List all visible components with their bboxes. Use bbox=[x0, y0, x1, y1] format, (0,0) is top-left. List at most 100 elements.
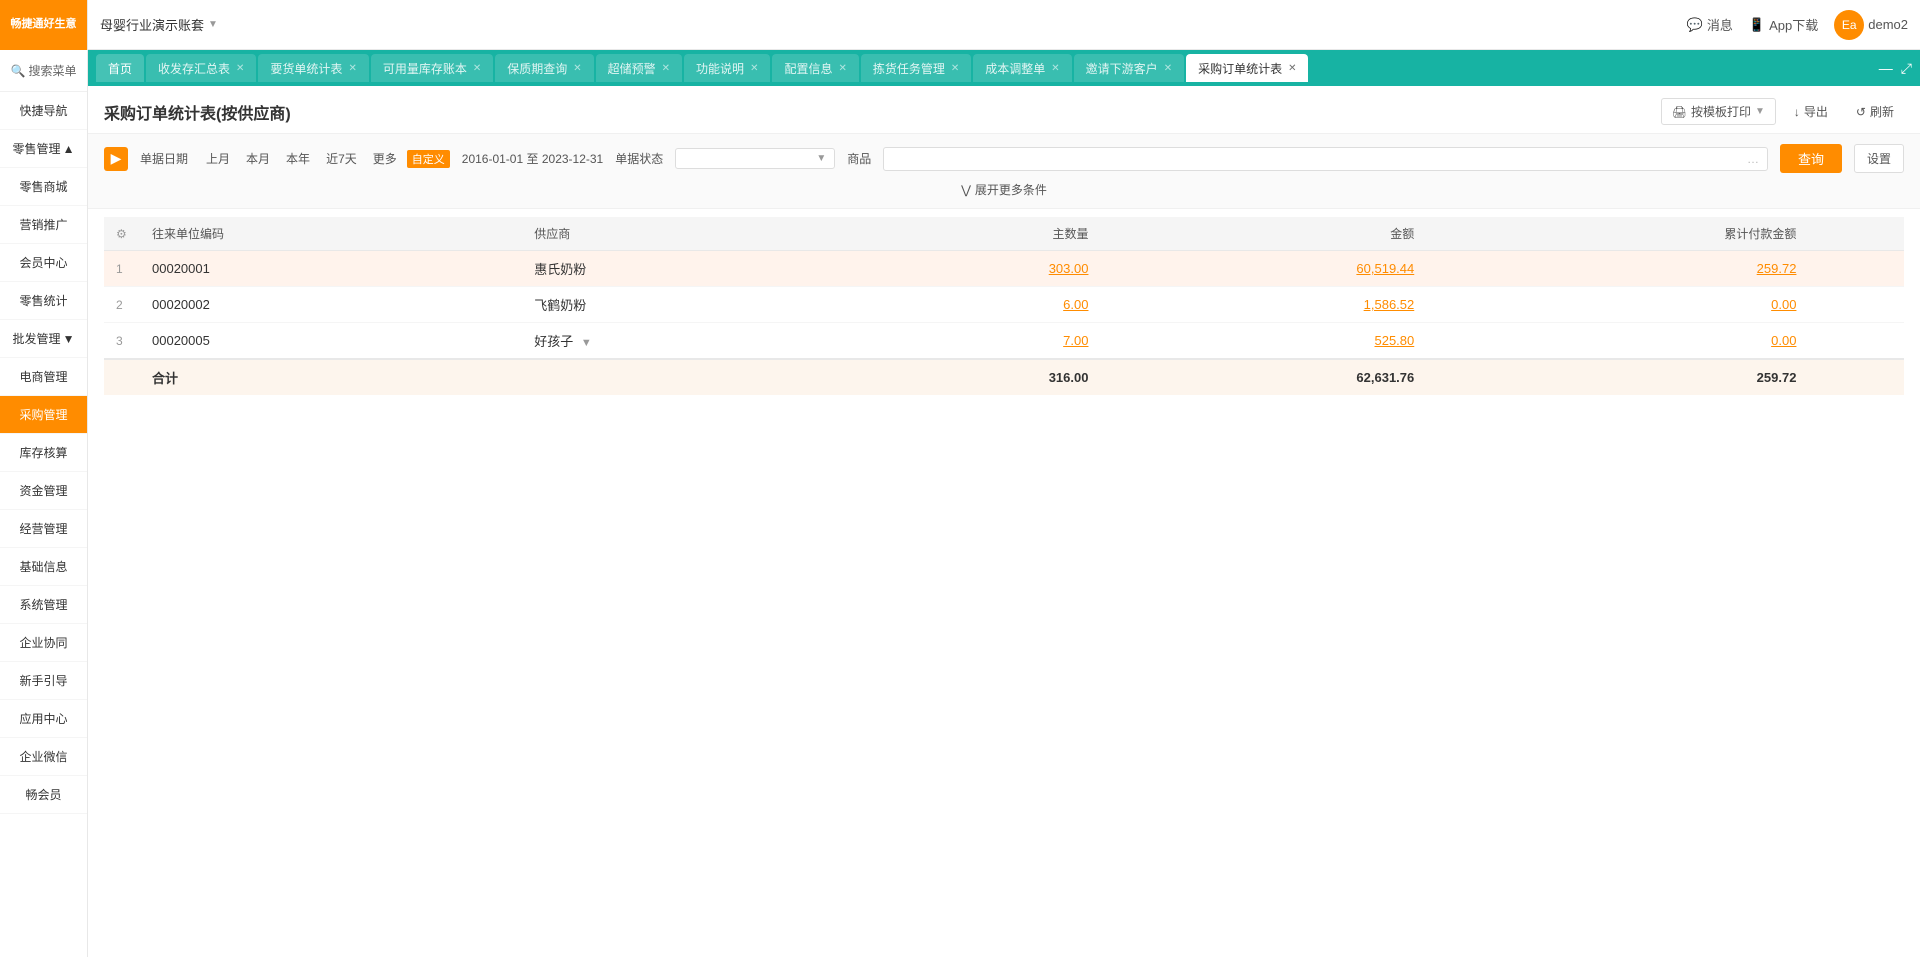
row-qty[interactable]: 6.00 bbox=[847, 287, 1101, 323]
sidebar-item-wholesale[interactable]: 批发管理 ▼ bbox=[0, 320, 87, 358]
shortcut-7days[interactable]: 近7天 bbox=[320, 148, 363, 169]
goods-filter-label: 商品 bbox=[847, 150, 871, 167]
goods-input[interactable]: … bbox=[883, 147, 1768, 171]
export-button[interactable]: ↓ 导出 bbox=[1784, 99, 1838, 124]
row-paid[interactable]: 0.00 bbox=[1426, 287, 1808, 323]
tab-overstock-close[interactable]: ✕ bbox=[662, 63, 670, 74]
row-qty[interactable]: 7.00 bbox=[847, 323, 1101, 360]
tab-invitecustomer[interactable]: 邀请下游客户 ✕ bbox=[1074, 54, 1184, 82]
tab-costadj-close[interactable]: ✕ bbox=[1051, 63, 1059, 74]
sidebar-item-vip[interactable]: 畅会员 bbox=[0, 776, 87, 814]
sidebar-item-ecommerce[interactable]: 电商管理 bbox=[0, 358, 87, 396]
expand-more-button[interactable]: ⋁ 展开更多条件 bbox=[961, 181, 1047, 198]
sidebar-item-inventory[interactable]: 库存核算 bbox=[0, 434, 87, 472]
print-dropdown-icon: ▼ bbox=[1755, 106, 1765, 117]
tab-minimize-icon[interactable]: — bbox=[1879, 60, 1893, 76]
tab-warranty-close[interactable]: ✕ bbox=[573, 63, 581, 74]
shortcut-this-year[interactable]: 本年 bbox=[280, 148, 316, 169]
date-to: 2023-12-31 bbox=[542, 152, 603, 166]
tabbar-actions: — ⤢ bbox=[1879, 60, 1912, 77]
tab-available-stock-close[interactable]: ✕ bbox=[473, 63, 481, 74]
sidebar-item-quicknav[interactable]: 快捷导航 bbox=[0, 92, 87, 130]
sidebar-item-retail[interactable]: 零售管理 ▲ bbox=[0, 130, 87, 168]
footer-qty: 316.00 bbox=[847, 359, 1101, 395]
sidebar: 畅捷通好生意 🔍 搜索菜单 快捷导航 零售管理 ▲ 零售商城 营销推广 会员中心… bbox=[0, 0, 88, 957]
filter-more: ⋁ 展开更多条件 bbox=[104, 181, 1904, 198]
logo-text: 畅捷通好生意 bbox=[11, 18, 77, 31]
refresh-button[interactable]: ↺ 刷新 bbox=[1846, 99, 1904, 124]
shortcut-last-month[interactable]: 上月 bbox=[200, 148, 236, 169]
user-menu[interactable]: Ea demo2 bbox=[1834, 10, 1908, 40]
tab-invitecustomer-label: 邀请下游客户 bbox=[1086, 60, 1158, 77]
print-button[interactable]: 🖨 按模板打印 ▼ bbox=[1661, 98, 1776, 125]
tab-home-label: 首页 bbox=[108, 60, 132, 77]
col-settings-icon[interactable]: ⚙ bbox=[116, 227, 127, 241]
shortcut-this-month[interactable]: 本月 bbox=[240, 148, 276, 169]
row-paid[interactable]: 0.00 bbox=[1426, 323, 1808, 360]
sidebar-item-marketing[interactable]: 营销推广 bbox=[0, 206, 87, 244]
tab-overstock-label: 超储预警 bbox=[608, 60, 656, 77]
row-amount[interactable]: 60,519.44 bbox=[1100, 251, 1426, 287]
expand-row-icon[interactable]: ▼ bbox=[581, 337, 592, 349]
status-filter-label: 单据状态 bbox=[615, 150, 663, 167]
sidebar-item-finance[interactable]: 资金管理 bbox=[0, 472, 87, 510]
sidebar-item-collab[interactable]: 企业协同 bbox=[0, 624, 87, 662]
export-label: 导出 bbox=[1804, 103, 1828, 120]
tab-funcguide[interactable]: 功能说明 ✕ bbox=[684, 54, 770, 82]
tab-costadj[interactable]: 成本调整单 ✕ bbox=[973, 54, 1071, 82]
search-icon: 🔍 bbox=[11, 64, 26, 78]
status-select[interactable]: ▼ bbox=[675, 148, 835, 169]
sidebar-item-retail-mall[interactable]: 零售商城 bbox=[0, 168, 87, 206]
col-amount: 金额 bbox=[1100, 217, 1426, 251]
sidebar-item-retail-stat[interactable]: 零售统计 bbox=[0, 282, 87, 320]
tab-available-stock[interactable]: 可用量库存账本 ✕ bbox=[371, 54, 493, 82]
sidebar-item-purchase[interactable]: 采购管理 bbox=[0, 396, 87, 434]
custom-date-tag[interactable]: 自定义 bbox=[407, 150, 450, 168]
message-button[interactable]: 💬 消息 bbox=[1687, 15, 1733, 34]
tab-funcguide-close[interactable]: ✕ bbox=[750, 63, 758, 74]
row-code: 00020005 bbox=[140, 323, 522, 360]
sidebar-item-system[interactable]: 系统管理 bbox=[0, 586, 87, 624]
sidebar-item-basic[interactable]: 基础信息 bbox=[0, 548, 87, 586]
row-amount[interactable]: 525.80 bbox=[1100, 323, 1426, 360]
col-paid: 累计付款金额 bbox=[1426, 217, 1808, 251]
footer-empty-2 bbox=[522, 359, 846, 395]
tab-purchase-order-summary-close[interactable]: ✕ bbox=[1288, 63, 1296, 74]
filter-toggle-button[interactable]: ▶ bbox=[104, 147, 128, 171]
tab-picktask[interactable]: 拣货任务管理 ✕ bbox=[861, 54, 971, 82]
query-button[interactable]: 查询 bbox=[1780, 144, 1842, 173]
tab-receive-summary[interactable]: 收发存汇总表 ✕ bbox=[146, 54, 256, 82]
chevron-icon: ▲ bbox=[63, 142, 75, 156]
tab-order-summary-close[interactable]: ✕ bbox=[348, 63, 356, 74]
message-label: 消息 bbox=[1707, 15, 1733, 34]
row-qty[interactable]: 303.00 bbox=[847, 251, 1101, 287]
tab-purchase-order-summary[interactable]: 采购订单统计表 ✕ bbox=[1186, 54, 1308, 82]
tab-invitecustomer-close[interactable]: ✕ bbox=[1164, 63, 1172, 74]
tab-receive-summary-label: 收发存汇总表 bbox=[158, 60, 230, 77]
sidebar-item-member[interactable]: 会员中心 bbox=[0, 244, 87, 282]
row-code: 00020001 bbox=[140, 251, 522, 287]
tab-overstock[interactable]: 超储预警 ✕ bbox=[596, 54, 682, 82]
sidebar-item-operation[interactable]: 经营管理 bbox=[0, 510, 87, 548]
tab-picktask-close[interactable]: ✕ bbox=[951, 63, 959, 74]
tab-maximize-icon[interactable]: ⤢ bbox=[1901, 60, 1912, 77]
workspace-selector[interactable]: 母婴行业演示账套 ▼ bbox=[100, 15, 218, 34]
filter-row: ▶ 单据日期 上月 本月 本年 近7天 更多 自定义 2016-01-01 至 … bbox=[104, 144, 1904, 173]
search-menu-button[interactable]: 🔍 搜索菜单 bbox=[6, 58, 81, 83]
tab-warranty[interactable]: 保质期查询 ✕ bbox=[495, 54, 593, 82]
row-amount[interactable]: 1,586.52 bbox=[1100, 287, 1426, 323]
sidebar-item-newguide[interactable]: 新手引导 bbox=[0, 662, 87, 700]
row-paid[interactable]: 259.72 bbox=[1426, 251, 1808, 287]
settings-button[interactable]: 设置 bbox=[1854, 144, 1904, 173]
app-download-button[interactable]: 📱 App下载 bbox=[1749, 15, 1818, 34]
sidebar-item-wechat[interactable]: 企业微信 bbox=[0, 738, 87, 776]
tab-config[interactable]: 配置信息 ✕ bbox=[772, 54, 858, 82]
tab-home[interactable]: 首页 bbox=[96, 54, 144, 82]
topbar-right: 💬 消息 📱 App下载 Ea demo2 bbox=[1687, 10, 1908, 40]
shortcut-more[interactable]: 更多 bbox=[367, 148, 403, 169]
sidebar-item-appcenter[interactable]: 应用中心 bbox=[0, 700, 87, 738]
tab-order-summary[interactable]: 要货单统计表 ✕ bbox=[258, 54, 368, 82]
tab-receive-summary-close[interactable]: ✕ bbox=[236, 63, 244, 74]
tab-warranty-label: 保质期查询 bbox=[507, 60, 567, 77]
tab-config-close[interactable]: ✕ bbox=[838, 63, 846, 74]
